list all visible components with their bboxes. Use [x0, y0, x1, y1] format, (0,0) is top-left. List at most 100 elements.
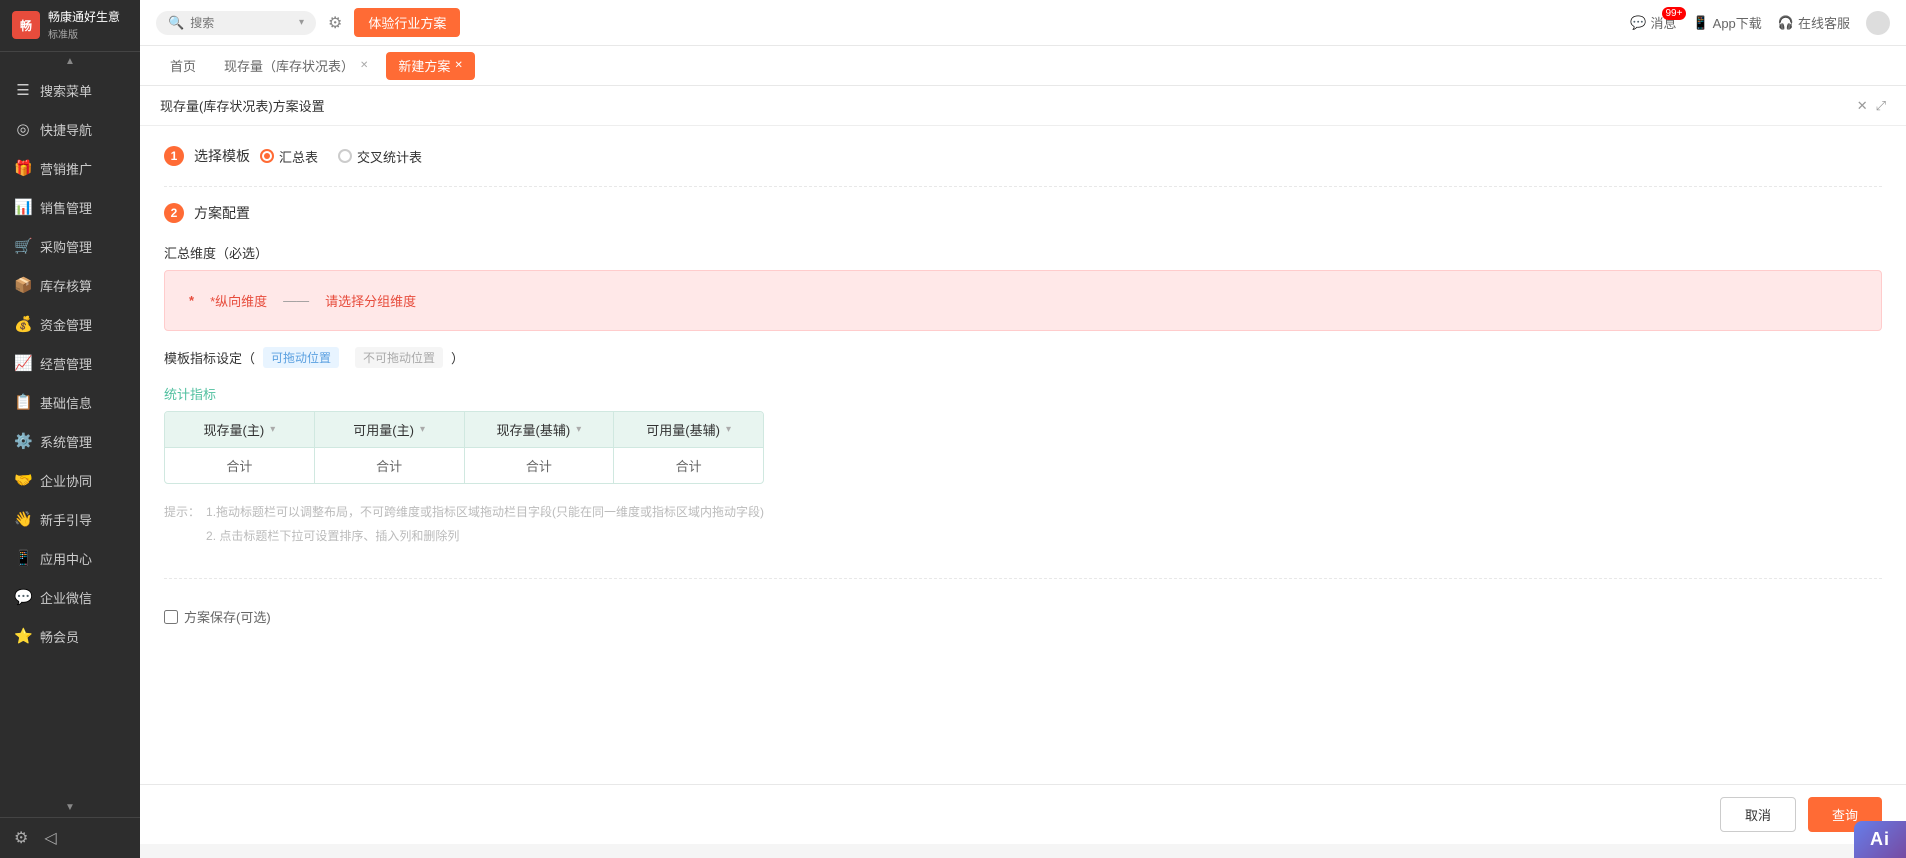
radio-summary[interactable]: 汇总表 — [260, 147, 318, 166]
sidebar-item-marketing[interactable]: 🎁 营销推广 — [0, 149, 140, 188]
step2-row: 2 方案配置 — [164, 203, 1882, 223]
radio-cross[interactable]: 交叉统计表 — [338, 147, 422, 166]
sidebar-item-system[interactable]: ⚙️ 系统管理 — [0, 422, 140, 461]
radio-cross-dot — [338, 149, 352, 163]
indicator-settings: 模板指标设定（ 可拖动位置 不可拖动位置 ） — [164, 347, 1882, 368]
system-icon: ⚙️ — [14, 432, 32, 450]
sidebar-nav: ☰ 搜索菜单 ◎ 快捷导航 🎁 营销推广 📊 销售管理 🛒 采购管理 📦 库存核… — [0, 71, 140, 798]
col3-label: 现存量(基辅) — [497, 420, 571, 439]
col4-label: 可用量(基辅) — [646, 420, 720, 439]
sidebar-item-label: 系统管理 — [40, 432, 92, 451]
sidebar-item-basic-info[interactable]: 📋 基础信息 — [0, 383, 140, 422]
stats-cell-4: 合计 — [614, 448, 763, 483]
col1-label: 现存量(主) — [204, 420, 265, 439]
sidebar-item-sales[interactable]: 📊 销售管理 — [0, 188, 140, 227]
member-icon: ⭐ — [14, 627, 32, 645]
message-icon: 💬 — [1630, 15, 1646, 31]
sidebar-item-enterprise[interactable]: 🤝 企业协同 — [0, 461, 140, 500]
sound-icon[interactable]: ◁ — [44, 828, 56, 848]
app-download-button[interactable]: 📱 App下载 — [1692, 13, 1761, 32]
search-bar[interactable]: 🔍 ▾ — [156, 11, 316, 35]
operations-icon: 📈 — [14, 354, 32, 372]
sidebar-item-label: 畅会员 — [40, 627, 79, 646]
sidebar-item-quick-nav[interactable]: ◎ 快捷导航 — [0, 110, 140, 149]
purchase-icon: 🛒 — [14, 237, 32, 255]
dimension-row: * *纵向维度 —— 请选择分组维度 — [189, 291, 1857, 310]
tip-line-2: 提示： 2. 点击标题栏下拉可设置排序、插入列和删除列 — [164, 524, 1882, 548]
top-header: 🔍 ▾ ⚙ 体验行业方案 💬 消息 99+ 📱 App下载 🎧 在线客服 — [140, 0, 1906, 46]
ai-badge[interactable]: Ai — [1854, 821, 1906, 858]
sidebar-item-new-guide[interactable]: 👋 新手引导 — [0, 500, 140, 539]
dimension-placeholder[interactable]: 请选择分组维度 — [325, 291, 416, 310]
sidebar-item-inventory[interactable]: 📦 库存核算 — [0, 266, 140, 305]
messages-button[interactable]: 💬 消息 99+ — [1630, 13, 1676, 32]
step1-row: 1 选择模板 汇总表 交叉统计表 — [164, 146, 1882, 166]
stats-table-row: 合计 合计 合计 合计 — [165, 447, 763, 483]
sidebar-item-label: 应用中心 — [40, 549, 92, 568]
footer-bar: 取消 查询 — [140, 784, 1906, 844]
header-right: 💬 消息 99+ 📱 App下载 🎧 在线客服 — [1630, 11, 1890, 35]
sidebar-item-purchase[interactable]: 🛒 采购管理 — [0, 227, 140, 266]
finance-icon: 💰 — [14, 315, 32, 333]
stats-section-label: 统计指标 — [164, 384, 1882, 403]
stats-table: 现存量(主) ▾ 可用量(主) ▾ 现存量(基辅) ▾ 可用量(基辅) ▾ — [164, 411, 764, 484]
new-guide-icon: 👋 — [14, 510, 32, 528]
page-header: 现存量(库存状况表)方案设置 ✕ ⤢ — [140, 86, 1906, 126]
radio-summary-label: 汇总表 — [279, 147, 318, 166]
close-panel-icon[interactable]: ✕ — [1857, 98, 1868, 114]
tab-new-close[interactable]: ✕ — [454, 60, 462, 71]
sidebar-item-app-center[interactable]: 📱 应用中心 — [0, 539, 140, 578]
tab-inventory-status[interactable]: 现存量（库存状况表） ✕ — [210, 46, 382, 86]
save-checkbox[interactable] — [164, 610, 178, 624]
sidebar-item-label: 采购管理 — [40, 237, 92, 256]
sidebar-item-label: 搜索菜单 — [40, 81, 92, 100]
stats-col-header-4[interactable]: 可用量(基辅) ▾ — [614, 412, 763, 447]
sidebar-item-label: 销售管理 — [40, 198, 92, 217]
radio-summary-dot — [260, 149, 274, 163]
cancel-button[interactable]: 取消 — [1720, 797, 1796, 832]
sidebar-scroll-up[interactable]: ▲ — [0, 52, 140, 71]
marketing-icon: 🎁 — [14, 159, 32, 177]
expand-panel-icon[interactable]: ⤢ — [1876, 98, 1886, 114]
col2-arrow: ▾ — [420, 424, 425, 435]
user-avatar[interactable] — [1866, 11, 1890, 35]
search-dropdown-arrow[interactable]: ▾ — [299, 17, 304, 28]
settings-icon[interactable]: ⚙ — [14, 828, 28, 848]
stats-col-header-2[interactable]: 可用量(主) ▾ — [315, 412, 465, 447]
content-area: 现存量(库存状况表)方案设置 ✕ ⤢ 1 选择模板 汇总表 交叉统计表 — [140, 86, 1906, 858]
gear-button[interactable]: ⚙ — [328, 13, 342, 33]
sidebar-item-member[interactable]: ⭐ 畅会员 — [0, 617, 140, 656]
tab-new-scheme[interactable]: 新建方案 ✕ — [386, 52, 474, 80]
stats-col-header-3[interactable]: 现存量(基辅) ▾ — [465, 412, 615, 447]
tips-area: 提示： 1.拖动标题栏可以调整布局，不可跨维度或指标区域拖动栏目字段(只能在同一… — [164, 500, 1882, 548]
sidebar-item-finance[interactable]: 💰 资金管理 — [0, 305, 140, 344]
search-input[interactable] — [190, 16, 293, 30]
col1-arrow: ▾ — [270, 424, 275, 435]
sidebar-item-label: 资金管理 — [40, 315, 92, 334]
template-radio-group: 汇总表 交叉统计表 — [260, 147, 422, 166]
non-draggable-tag: 不可拖动位置 — [355, 347, 443, 368]
sidebar-item-weixin[interactable]: 💬 企业微信 — [0, 578, 140, 617]
dimension-label: 汇总维度（必选） — [164, 243, 1882, 262]
weixin-icon: 💬 — [14, 588, 32, 606]
tab-bar: 首页 现存量（库存状况表） ✕ 新建方案 ✕ — [140, 46, 1906, 86]
tab-inventory-close[interactable]: ✕ — [360, 60, 368, 71]
trial-button[interactable]: 体验行业方案 — [354, 8, 460, 37]
sidebar-item-search-menu[interactable]: ☰ 搜索菜单 — [0, 71, 140, 110]
stats-cell-2: 合计 — [315, 448, 465, 483]
tab-inventory-label: 现存量（库存状况表） — [224, 56, 354, 75]
indicator-settings-label: 模板指标设定（ 可拖动位置 不可拖动位置 ） — [164, 347, 1882, 368]
sidebar-item-label: 新手引导 — [40, 510, 92, 529]
stats-col-header-1[interactable]: 现存量(主) ▾ — [165, 412, 315, 447]
save-label: 方案保存(可选) — [184, 607, 271, 626]
online-service-button[interactable]: 🎧 在线客服 — [1778, 13, 1850, 32]
sidebar-scroll-down[interactable]: ▼ — [0, 798, 140, 817]
col2-label: 可用量(主) — [353, 420, 414, 439]
sidebar-item-operations[interactable]: 📈 经营管理 — [0, 344, 140, 383]
sidebar-item-label: 快捷导航 — [40, 120, 92, 139]
dimension-dash: —— — [283, 293, 309, 308]
tab-home[interactable]: 首页 — [156, 46, 210, 86]
basic-info-icon: 📋 — [14, 393, 32, 411]
app-name: 畅康通好生意 — [48, 10, 120, 26]
draggable-tag: 可拖动位置 — [263, 347, 339, 368]
